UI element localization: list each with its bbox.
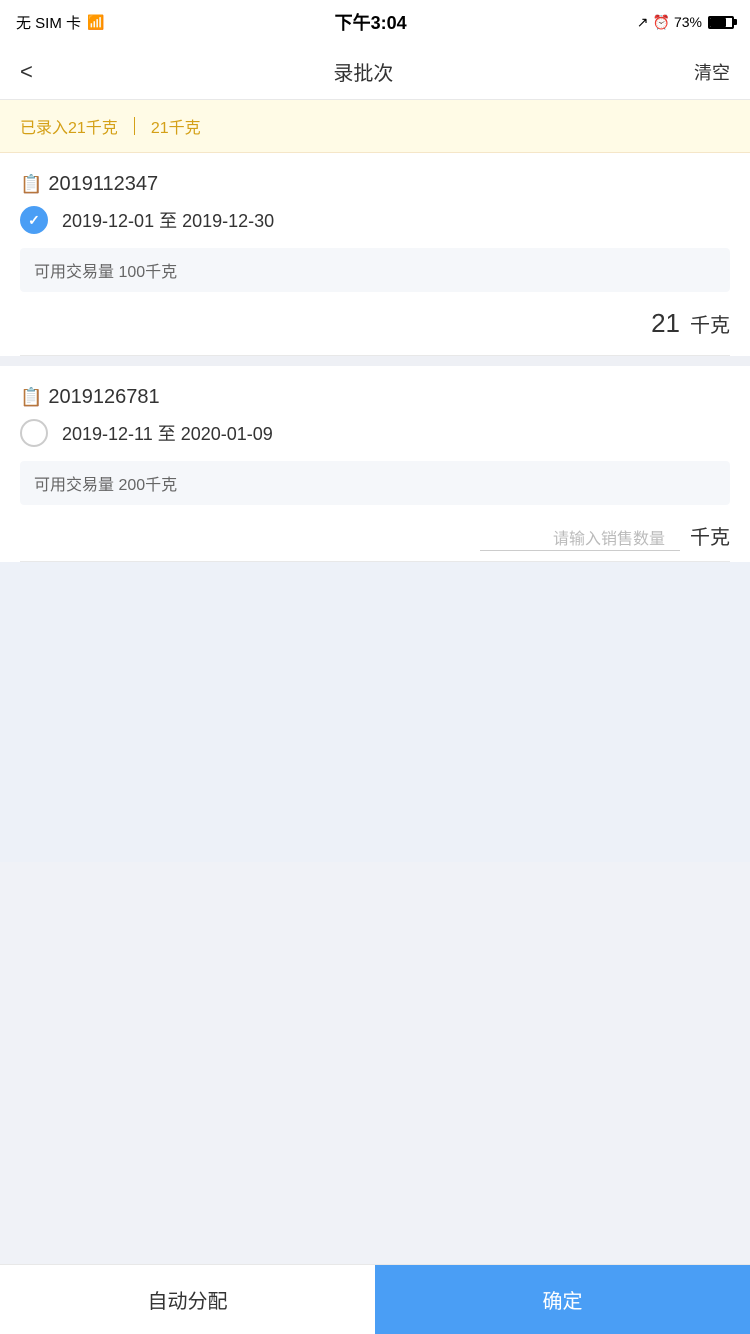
battery-fill: [710, 18, 726, 27]
total-text: 21千克: [151, 114, 201, 138]
batch-card-1: 📋 2019112347 2019-12-01 至 2019-12-30 可用交…: [0, 153, 750, 356]
available-bar-1: 可用交易量 100千克: [20, 248, 730, 292]
batch-card-2-inner: 📋 2019126781 2019-12-11 至 2020-01-09 可用交…: [0, 366, 750, 505]
bottom-bar: 自动分配 确定: [0, 1264, 750, 1334]
available-bar-2: 可用交易量 200千克: [20, 461, 730, 505]
battery-percent: 73%: [674, 14, 702, 30]
date-row-2: 2019-12-11 至 2020-01-09: [20, 419, 730, 447]
available-text-1: 可用交易量 100千克: [34, 264, 177, 281]
batch-icon-2: 📋: [20, 387, 42, 408]
quantity-row-1: 21 千克: [0, 292, 750, 355]
batch-id-text-2: 2019126781: [48, 386, 159, 409]
status-right: ↗ ⏰ 73%: [637, 14, 734, 31]
spacer-area: [0, 562, 750, 862]
quantity-input-row-2: 千克: [0, 505, 750, 561]
quantity-unit-1: 千克: [690, 309, 730, 338]
status-time: 下午3:04: [335, 9, 407, 35]
batch-id-text-1: 2019112347: [48, 173, 158, 196]
battery-icon: [708, 16, 734, 29]
batch-id-row-1: 📋 2019112347: [20, 173, 730, 196]
nav-bar: < 录批次 清空: [0, 44, 750, 100]
clear-button[interactable]: 清空: [694, 59, 730, 85]
date-row-1: 2019-12-01 至 2019-12-30: [20, 206, 730, 234]
no-sim-text: 无 SIM 卡: [16, 12, 81, 33]
quantity-value-1: 21: [651, 308, 680, 339]
section-divider: [0, 356, 750, 366]
alarm-icon: ⏰: [653, 14, 670, 31]
status-left: 无 SIM 卡 📶: [16, 12, 104, 33]
back-button[interactable]: <: [20, 61, 33, 83]
available-text-2: 可用交易量 200千克: [34, 477, 177, 494]
checkbox-2[interactable]: [20, 419, 48, 447]
batch-id-row-2: 📋 2019126781: [20, 386, 730, 409]
batch-card-1-inner: 📋 2019112347 2019-12-01 至 2019-12-30 可用交…: [0, 153, 750, 292]
wifi-icon: 📶: [87, 14, 104, 31]
status-bar: 无 SIM 卡 📶 下午3:04 ↗ ⏰ 73%: [0, 0, 750, 44]
batch-card-2: 📋 2019126781 2019-12-11 至 2020-01-09 可用交…: [0, 366, 750, 562]
date-text-1: 2019-12-01 至 2019-12-30: [62, 207, 274, 233]
auto-distribute-button[interactable]: 自动分配: [0, 1265, 375, 1334]
confirm-button[interactable]: 确定: [375, 1265, 750, 1334]
quantity-input-2[interactable]: [480, 527, 680, 551]
date-text-2: 2019-12-11 至 2020-01-09: [62, 420, 273, 446]
info-bar: 已录入21千克 21千克: [0, 100, 750, 153]
info-divider: [134, 117, 135, 135]
quantity-unit-2: 千克: [690, 521, 730, 550]
recorded-text: 已录入21千克: [20, 114, 118, 138]
batch-icon-1: 📋: [20, 174, 42, 195]
location-icon: ↗: [637, 14, 649, 31]
page-title: 录批次: [333, 57, 393, 86]
checkbox-1[interactable]: [20, 206, 48, 234]
